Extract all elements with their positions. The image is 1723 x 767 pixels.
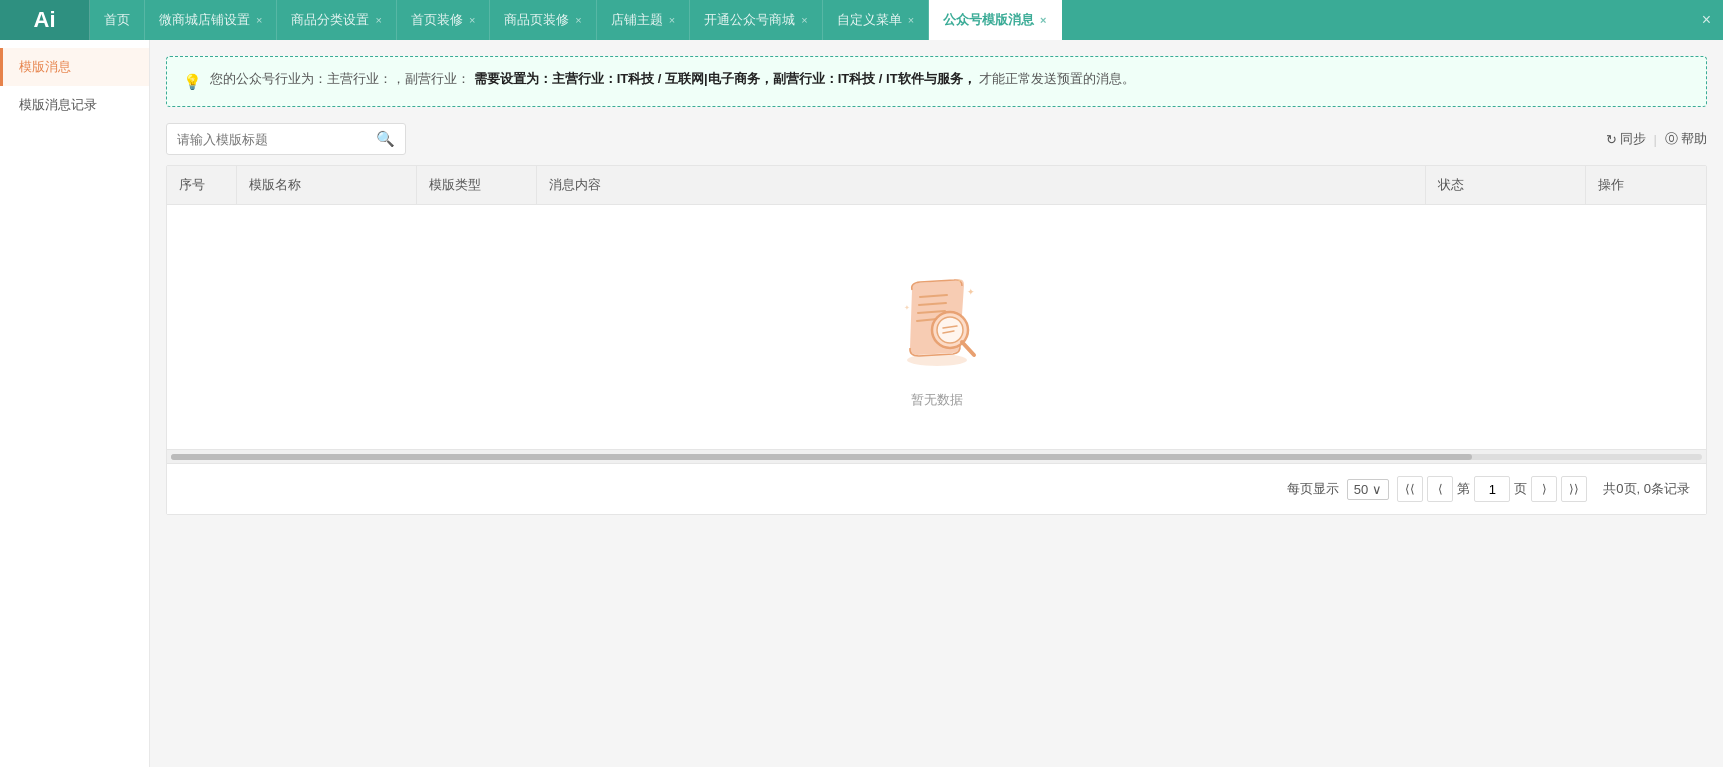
close-all-button[interactable]: × (1690, 0, 1723, 40)
nav-tab-label-5: 店铺主题 (611, 11, 663, 29)
nav-tab-1[interactable]: 微商城店铺设置 × (145, 0, 277, 40)
nav-tab-5[interactable]: 店铺主题 × (597, 0, 690, 40)
scrollbar[interactable] (167, 449, 1706, 463)
nav-tab-close-5[interactable]: × (669, 14, 675, 26)
first-page-button[interactable]: ⟨⟨ (1397, 476, 1423, 502)
table-header: 序号 模版名称 模版类型 消息内容 状态 操作 (167, 166, 1706, 205)
chevron-down-icon: ∨ (1372, 482, 1382, 497)
pagination: 每页显示 50 ∨ ⟨⟨ ⟨ 第 页 ⟩ ⟩⟩ 共0页, 0条记录 (167, 463, 1706, 514)
col-status: 状态 (1426, 166, 1586, 204)
search-bar: 🔍 ↻ 同步 | ⓪ 帮助 (166, 123, 1707, 155)
svg-line-7 (962, 342, 974, 355)
nav-tab-close-3[interactable]: × (469, 14, 475, 26)
sync-icon: ↻ (1606, 132, 1617, 147)
info-highlight: 需要设置为：主营行业：IT科技 / 互联网|电子商务，副营行业：IT科技 / I… (474, 71, 976, 86)
nav-tab-label-3: 首页装修 (411, 11, 463, 29)
sync-button[interactable]: ↻ 同步 (1606, 130, 1646, 148)
help-icon: ⓪ (1665, 130, 1678, 148)
svg-text:✦: ✦ (957, 278, 962, 284)
info-banner-text: 您的公众号行业为：主营行业：，副营行业： 需要设置为：主营行业：IT科技 / 互… (210, 69, 1135, 90)
nav-tab-label-4: 商品页装修 (504, 11, 569, 29)
nav-tab-4[interactable]: 商品页装修 × (490, 0, 596, 40)
sidebar-item-0[interactable]: 模版消息 (0, 48, 149, 86)
nav-tab-label-6: 开通公众号商城 (704, 11, 795, 29)
nav-tab-close-6[interactable]: × (801, 14, 807, 26)
nav-tab-close-2[interactable]: × (375, 14, 381, 26)
nav-tab-0[interactable]: 首页 (90, 0, 145, 40)
page-navigation: ⟨⟨ ⟨ 第 页 ⟩ ⟩⟩ (1397, 476, 1587, 502)
next-page-button[interactable]: ⟩ (1531, 476, 1557, 502)
top-nav: Ai 首页微商城店铺设置×商品分类设置×首页装修×商品页装修×店铺主题×开通公众… (0, 0, 1723, 40)
page-size-value: 50 (1354, 482, 1368, 497)
last-page-button[interactable]: ⟩⟩ (1561, 476, 1587, 502)
empty-text: 暂无数据 (911, 391, 963, 409)
empty-state: ✦ ✦ ✦ 暂无数据 (167, 205, 1706, 449)
nav-tab-label-1: 微商城店铺设置 (159, 11, 250, 29)
page-prefix: 第 (1457, 480, 1470, 498)
nav-tab-8[interactable]: 公众号模版消息 × (929, 0, 1061, 40)
nav-tab-3[interactable]: 首页装修 × (397, 0, 490, 40)
svg-text:✦: ✦ (904, 304, 910, 311)
sync-label: 同步 (1620, 130, 1646, 148)
tip-icon: 💡 (183, 70, 202, 94)
col-name: 模版名称 (237, 166, 417, 204)
total-info: 共0页, 0条记录 (1603, 480, 1690, 498)
main-content: 💡 您的公众号行业为：主营行业：，副营行业： 需要设置为：主营行业：IT科技 /… (150, 40, 1723, 767)
nav-tab-label-8: 公众号模版消息 (943, 11, 1034, 29)
scrollbar-track (171, 454, 1702, 460)
logo: Ai (0, 0, 90, 40)
nav-tab-close-7[interactable]: × (908, 14, 914, 26)
prev-page-button[interactable]: ⟨ (1427, 476, 1453, 502)
nav-tab-label-7: 自定义菜单 (837, 11, 902, 29)
col-action: 操作 (1586, 166, 1706, 204)
sidebar-item-1[interactable]: 模版消息记录 (0, 86, 149, 124)
nav-tab-label-0: 首页 (104, 11, 130, 29)
search-input[interactable] (167, 126, 366, 153)
layout: 模版消息模版消息记录 💡 您的公众号行业为：主营行业：，副营行业： 需要设置为：… (0, 40, 1723, 767)
table: 序号 模版名称 模版类型 消息内容 状态 操作 (166, 165, 1707, 515)
col-content: 消息内容 (537, 166, 1426, 204)
page-size-select[interactable]: 50 ∨ (1347, 479, 1389, 500)
svg-point-6 (937, 317, 963, 343)
svg-text:✦: ✦ (967, 287, 975, 297)
empty-illustration: ✦ ✦ ✦ (882, 265, 992, 375)
nav-tab-2[interactable]: 商品分类设置 × (277, 0, 396, 40)
col-type: 模版类型 (417, 166, 537, 204)
help-button[interactable]: ⓪ 帮助 (1665, 130, 1707, 148)
search-actions: ↻ 同步 | ⓪ 帮助 (1606, 130, 1707, 148)
page-size-label: 每页显示 (1287, 480, 1339, 498)
page-suffix: 页 (1514, 480, 1527, 498)
sidebar: 模版消息模版消息记录 (0, 40, 150, 767)
nav-tabs: 首页微商城店铺设置×商品分类设置×首页装修×商品页装修×店铺主题×开通公众号商城… (90, 0, 1690, 40)
divider: | (1654, 132, 1657, 147)
col-index: 序号 (167, 166, 237, 204)
nav-tab-6[interactable]: 开通公众号商城 × (690, 0, 822, 40)
help-label: 帮助 (1681, 130, 1707, 148)
nav-tab-7[interactable]: 自定义菜单 × (823, 0, 929, 40)
nav-tab-label-2: 商品分类设置 (291, 11, 369, 29)
nav-tab-close-8[interactable]: × (1040, 14, 1046, 26)
info-banner: 💡 您的公众号行业为：主营行业：，副营行业： 需要设置为：主营行业：IT科技 /… (166, 56, 1707, 107)
scrollbar-thumb (171, 454, 1472, 460)
search-button[interactable]: 🔍 (366, 124, 405, 154)
page-input[interactable] (1474, 476, 1510, 502)
nav-tab-close-4[interactable]: × (575, 14, 581, 26)
nav-tab-close-1[interactable]: × (256, 14, 262, 26)
search-input-wrap: 🔍 (166, 123, 406, 155)
